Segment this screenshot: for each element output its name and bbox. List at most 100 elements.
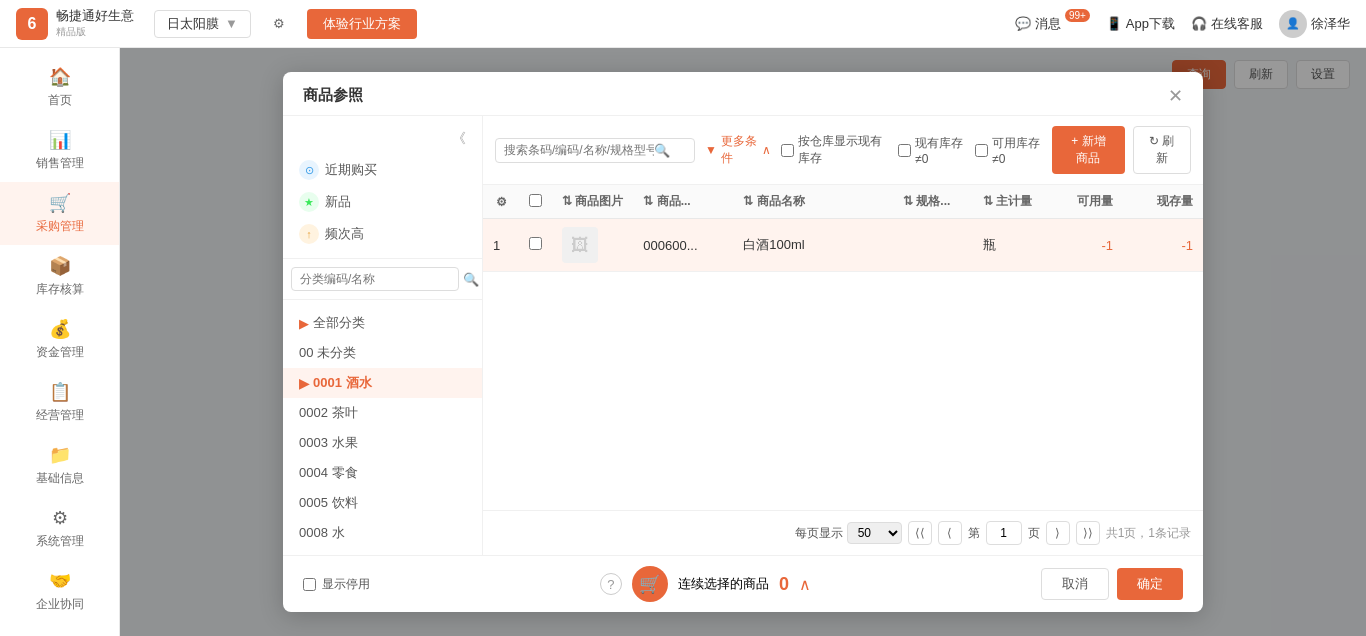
product-search-input[interactable]	[504, 143, 654, 157]
phone-icon: 📱	[1106, 16, 1122, 31]
sidebar-item-system[interactable]: ⚙ 系统管理	[0, 497, 119, 560]
show-disabled-checkbox[interactable]: 显示停用	[303, 576, 370, 593]
modal-header: 商品参照 ✕	[283, 72, 1203, 116]
row-num: 1	[483, 219, 519, 272]
select-all-checkbox[interactable]	[529, 194, 542, 207]
sort-icon-name: ⇅	[743, 194, 753, 208]
modal-body: 《 ⊙ 近期购买 ★ 新品 ↑	[283, 116, 1203, 555]
app-download-button[interactable]: 📱 App下载	[1106, 15, 1175, 33]
search-icon[interactable]: 🔍	[654, 143, 670, 158]
sidebar-item-guide[interactable]: 📖 新手引导	[0, 623, 119, 636]
new-icon: ★	[299, 192, 319, 212]
sidebar-item-basic-info[interactable]: 📁 基础信息	[0, 434, 119, 497]
quick-filter-frequent[interactable]: ↑ 频次高	[291, 218, 474, 250]
category-water[interactable]: 0008 水	[283, 518, 482, 548]
quick-filter-new[interactable]: ★ 新品	[291, 186, 474, 218]
warehouse-checkbox[interactable]	[781, 144, 794, 157]
settings-icon[interactable]: ⚙	[263, 8, 295, 40]
page-size-select[interactable]: 50 100 200	[847, 522, 902, 544]
collapse-panel-button[interactable]: 《	[444, 124, 474, 154]
sidebar-item-sales[interactable]: 📊 销售管理	[0, 119, 119, 182]
sidebar-label-finance: 资金管理	[36, 344, 84, 361]
product-avail-cell: -1	[1043, 219, 1123, 272]
footer-collapse-icon[interactable]: ∧	[799, 575, 811, 594]
first-page-button[interactable]: ⟨⟨	[908, 521, 932, 545]
category-appliances[interactable]: 0010 家电	[283, 548, 482, 555]
help-icon[interactable]: ?	[600, 573, 622, 595]
th-image: ⇅ 商品图片	[552, 185, 633, 219]
system-icon: ⚙	[52, 507, 68, 529]
table-row[interactable]: 1 🖼 000600...	[483, 219, 1203, 272]
recent-icon: ⊙	[299, 160, 319, 180]
nav-right: 💬 消息 99+ 📱 App下载 🎧 在线客服 👤 徐泽华	[1015, 10, 1350, 38]
sidebar-item-home[interactable]: 🏠 首页	[0, 56, 119, 119]
stock-nz-checkbox[interactable]	[898, 144, 911, 157]
more-filter-button[interactable]: ▼ 更多条件 ∧	[705, 133, 771, 167]
row-checkbox[interactable]	[529, 237, 542, 250]
category-all[interactable]: ▶ 全部分类	[283, 308, 482, 338]
next-page-button[interactable]: ⟩	[1046, 521, 1070, 545]
category-snacks[interactable]: 0004 零食	[283, 458, 482, 488]
category-drinks[interactable]: 0005 饮料	[283, 488, 482, 518]
category-fruit[interactable]: 0003 水果	[283, 428, 482, 458]
sort-icon-spec: ⇅	[903, 194, 913, 208]
footer-actions: 取消 确定	[1041, 568, 1183, 600]
sidebar-label-inventory: 库存核算	[36, 281, 84, 298]
warehouse-filter-checkbox[interactable]: 按仓库显示现有库存	[781, 133, 888, 167]
avail-nz-filter-checkbox[interactable]: 可用库存≠0	[975, 135, 1042, 166]
filter-icon: ▼	[705, 143, 717, 157]
refresh-button[interactable]: ↻ 刷新	[1133, 126, 1191, 174]
column-settings-icon[interactable]: ⚙	[496, 195, 507, 209]
category-panel: 《 ⊙ 近期购买 ★ 新品 ↑	[283, 116, 483, 555]
content-area: 查询 刷新 设置 商品参照 ✕ 《	[120, 48, 1366, 636]
message-icon: 💬	[1015, 16, 1031, 31]
category-alcohol[interactable]: ▶ 0001 酒水	[283, 368, 482, 398]
product-unit-cell: 瓶	[973, 219, 1043, 272]
finance-icon: 💰	[49, 318, 71, 340]
category-search-icon[interactable]: 🔍	[463, 272, 479, 287]
pagination-bar: 每页显示 50 100 200 ⟨⟨ ⟨ 第 页	[483, 510, 1203, 555]
product-table: ⚙ ⇅ 商品图片	[483, 185, 1203, 510]
sidebar-item-finance[interactable]: 💰 资金管理	[0, 308, 119, 371]
action-buttons: + 新增商品 ↻ 刷新	[1052, 126, 1191, 174]
trial-button[interactable]: 体验行业方案	[307, 9, 417, 39]
quick-filter-recent[interactable]: ⊙ 近期购买	[291, 154, 474, 186]
category-search-input[interactable]	[291, 267, 459, 291]
collab-icon: 🤝	[49, 570, 71, 592]
add-product-button[interactable]: + 新增商品	[1052, 126, 1124, 174]
home-icon: 🏠	[49, 66, 71, 88]
category-uncategorized[interactable]: 00 未分类	[283, 338, 482, 368]
th-unit: ⇅ 主计量	[973, 185, 1043, 219]
logo-area: 6 畅捷通好生意 精品版	[16, 8, 134, 40]
prev-page-button[interactable]: ⟨	[938, 521, 962, 545]
page-input[interactable]	[986, 521, 1022, 545]
continuous-label: 连续选择的商品	[678, 575, 769, 593]
last-page-button[interactable]: ⟩⟩	[1076, 521, 1100, 545]
location-dropdown[interactable]: 日太阳膜 ▼	[154, 10, 251, 38]
avail-nz-checkbox[interactable]	[975, 144, 988, 157]
modal-close-button[interactable]: ✕	[1168, 87, 1183, 105]
messages-button[interactable]: 💬 消息 99+	[1015, 15, 1090, 33]
sidebar-label-purchase: 采购管理	[36, 218, 84, 235]
stock-nz-filter-checkbox[interactable]: 现有库存≠0	[898, 135, 965, 166]
filter-bar: 🔍 ▼ 更多条件 ∧ 按仓库显示现有库存	[483, 116, 1203, 185]
sidebar-item-inventory[interactable]: 📦 库存核算	[0, 245, 119, 308]
cart-icon: 🛒	[632, 566, 668, 602]
modal-overlay: 商品参照 ✕ 《 ⊙ 近期购买	[120, 48, 1366, 636]
frequent-icon: ↑	[299, 224, 319, 244]
disabled-checkbox[interactable]	[303, 578, 316, 591]
product-unit: 瓶	[983, 237, 996, 252]
category-tea[interactable]: 0002 茶叶	[283, 398, 482, 428]
cancel-button[interactable]: 取消	[1041, 568, 1109, 600]
sidebar-item-purchase[interactable]: 🛒 采购管理	[0, 182, 119, 245]
online-service-button[interactable]: 🎧 在线客服	[1191, 15, 1263, 33]
product-stock-cell: -1	[1123, 219, 1203, 272]
filter-chevron-icon: ∧	[762, 143, 771, 157]
user-profile[interactable]: 👤 徐泽华	[1279, 10, 1350, 38]
confirm-button[interactable]: 确定	[1117, 568, 1183, 600]
sidebar-item-operations[interactable]: 📋 经营管理	[0, 371, 119, 434]
sidebar-item-collab[interactable]: 🤝 企业协同	[0, 560, 119, 623]
avatar: 👤	[1279, 10, 1307, 38]
row-checkbox-cell	[519, 219, 552, 272]
page-size-wrap: 每页显示 50 100 200	[795, 522, 902, 544]
